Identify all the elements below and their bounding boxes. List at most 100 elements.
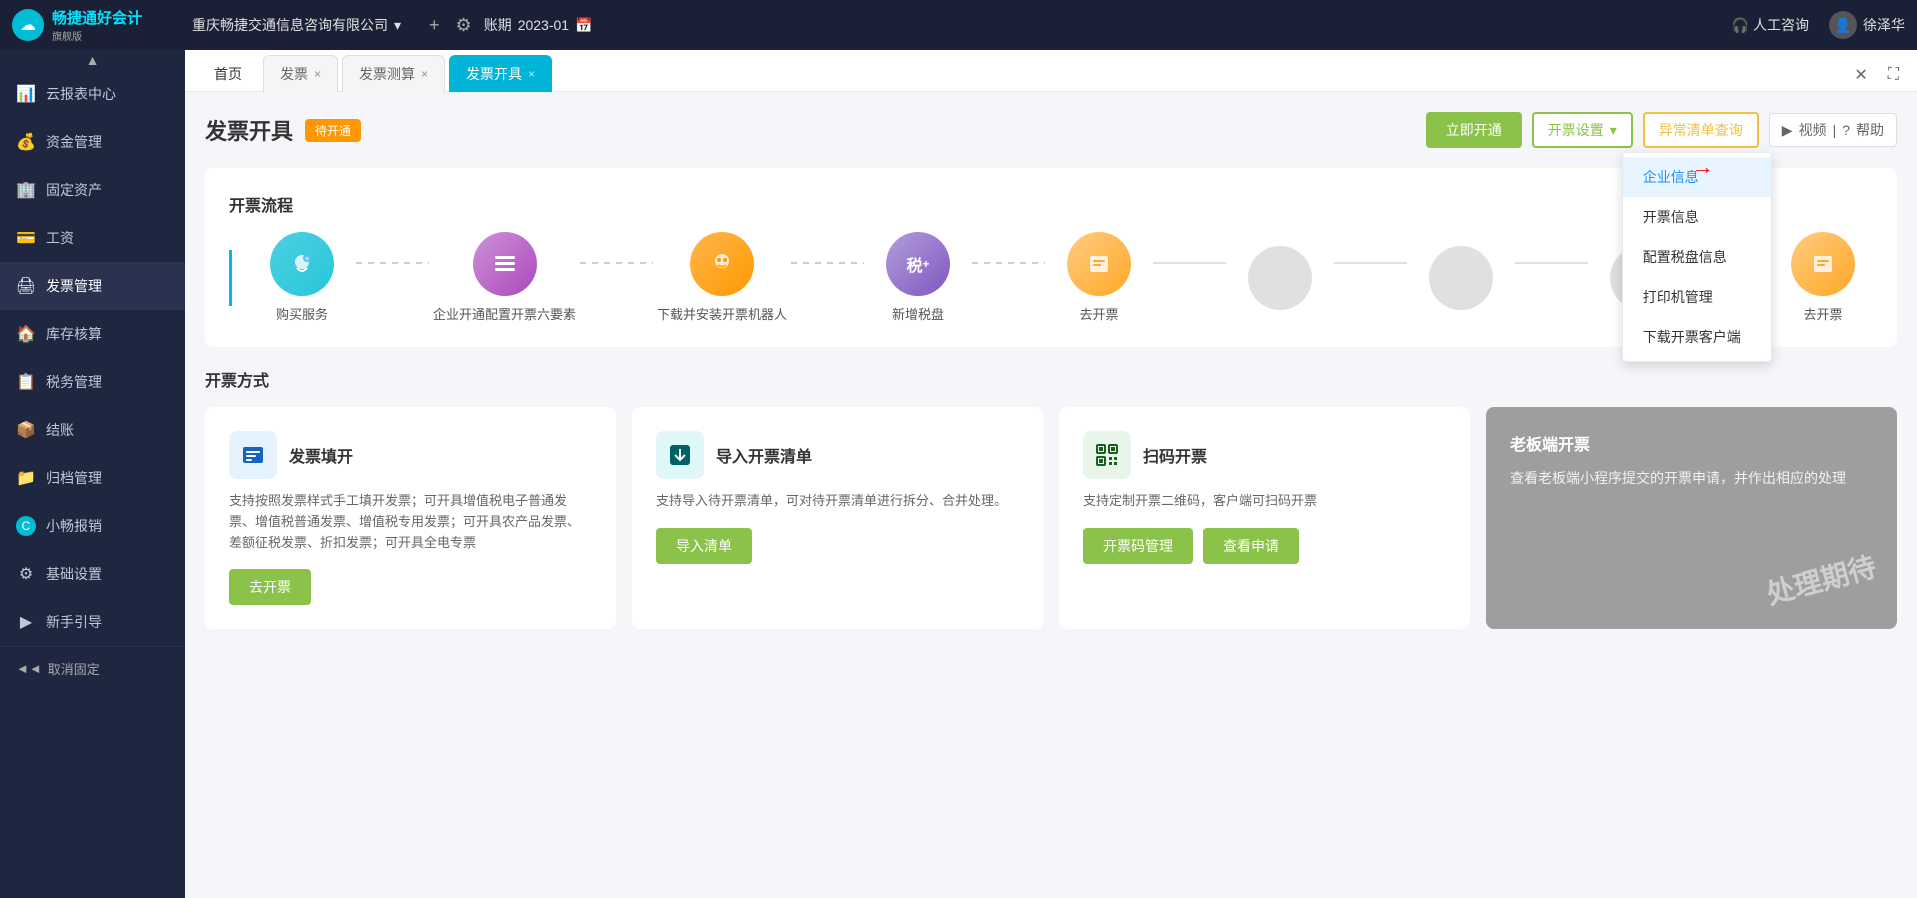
page-title: 发票开具 xyxy=(205,114,293,146)
period-info: 账期 2023-01 📅 xyxy=(484,15,593,35)
tab-invoice-calc-close[interactable]: × xyxy=(421,67,428,81)
add-button[interactable]: + xyxy=(429,15,440,36)
fill-invoice-button[interactable]: 去开票 xyxy=(229,569,311,605)
dropdown-item-printer-mgmt[interactable]: 打印机管理 xyxy=(1623,277,1771,317)
config-company-icon xyxy=(473,232,537,296)
sidebar-item-inventory[interactable]: 🏠 库存核算 xyxy=(0,310,185,358)
config-company-label: 企业开通配置开票六要素 xyxy=(433,304,576,323)
tab-invoice-open[interactable]: 发票开具 × xyxy=(449,55,552,92)
connector-6 xyxy=(1334,262,1407,264)
process-step-placeholder xyxy=(1230,246,1330,310)
fill-invoice-icon xyxy=(229,431,277,479)
connector-7 xyxy=(1515,262,1588,264)
page-header: 发票开具 待开通 立即开通 开票设置 ▾ 企业信息 xyxy=(205,112,1897,148)
sidebar-scroll-up[interactable]: ▲ xyxy=(0,50,185,70)
sidebar-item-invoice-mgmt[interactable]: 🖨 发票管理 xyxy=(0,262,185,310)
content-area: 首页 发票 × 发票测算 × 发票开具 × ✕ ⛶ 发票开具 xyxy=(185,50,1917,898)
sidebar-item-fixed-assets[interactable]: 🏢 固定资产 xyxy=(0,166,185,214)
sidebar-label-xiaochang: 小畅报销 xyxy=(46,516,102,536)
import-list-icon xyxy=(656,431,704,479)
sidebar-label-tax-mgmt: 税务管理 xyxy=(46,372,102,392)
svg-text:+: + xyxy=(305,254,310,263)
user-info[interactable]: 👤 徐泽华 xyxy=(1829,11,1905,39)
help-icon: ? xyxy=(1842,122,1850,138)
sidebar-item-archive[interactable]: 📁 归档管理 xyxy=(0,454,185,502)
sidebar-item-basic-settings[interactable]: ⚙ 基础设置 xyxy=(0,550,185,598)
fill-invoice-desc: 支持按照发票样式手工填开发票；可开具增值税电子普通发票、增值税普通发票、增值税专… xyxy=(229,491,592,553)
sidebar-item-tax-mgmt[interactable]: 📋 税务管理 xyxy=(0,358,185,406)
tab-invoice-label: 发票 xyxy=(280,64,308,84)
tab-invoice-open-close[interactable]: × xyxy=(528,67,535,81)
import-list-button[interactable]: 导入清单 xyxy=(656,528,752,564)
top-bar: ☁ 畅捷通好会计 旗舰版 重庆畅捷交通信息咨询有限公司 ▾ + ⚙ 账期 202… xyxy=(0,0,1917,50)
sidebar-item-payroll[interactable]: 💳 工资 xyxy=(0,214,185,262)
logo-icon: ☁ xyxy=(12,9,44,41)
sidebar-label-basic-settings: 基础设置 xyxy=(46,564,102,584)
company-selector[interactable]: 重庆畅捷交通信息咨询有限公司 ▾ xyxy=(184,11,409,39)
activate-button[interactable]: 立即开通 xyxy=(1426,112,1522,148)
dropdown-item-company-info[interactable]: 企业信息 xyxy=(1623,157,1771,197)
tab-invoice-close[interactable]: × xyxy=(314,67,321,81)
sidebar-cancel-fixed[interactable]: ◄◄ 取消固定 xyxy=(0,646,185,690)
video-play-icon: ▶ xyxy=(1782,122,1793,139)
dropdown-item-download-client[interactable]: 下载开票客户端 xyxy=(1623,317,1771,357)
buy-service-label: 购买服务 xyxy=(276,304,328,323)
sidebar-item-xiaochang[interactable]: C 小畅报销 xyxy=(0,502,185,550)
scan-invoice-header: 扫码开票 xyxy=(1083,431,1446,479)
abnormal-query-button[interactable]: 异常清单查询 xyxy=(1643,112,1759,148)
new-guide-icon: ▶ xyxy=(16,612,36,632)
invoice-methods-grid: 发票填开 支持按照发票样式手工填开发票；可开具增值税电子普通发票、增值税普通发票… xyxy=(205,407,1897,629)
invoice-methods-section: 开票方式 发票填开 支持按照发票样式手工填开发票；可开具增值税电子普通发票、增值… xyxy=(205,367,1897,629)
sidebar-item-cloud-report[interactable]: 📊 云报表中心 xyxy=(0,70,185,118)
dropdown-item-tax-config[interactable]: 配置税盘信息 xyxy=(1623,237,1771,277)
process-divider xyxy=(229,250,232,306)
tab-expand-button[interactable]: ⛶ xyxy=(1882,64,1905,86)
logo-sub: 旗舰版 xyxy=(52,28,142,43)
dropdown-printer-mgmt-label: 打印机管理 xyxy=(1643,289,1713,305)
method-card-import-list: 导入开票清单 支持导入待开票清单，可对待开票清单进行拆分、合并处理。 导入清单 xyxy=(632,407,1043,629)
sidebar-label-cloud-report: 云报表中心 xyxy=(46,84,116,104)
sidebar-label-fixed-assets: 固定资产 xyxy=(46,180,102,200)
sidebar-item-accounting[interactable]: 📦 结账 xyxy=(0,406,185,454)
go-invoice-label: 去开票 xyxy=(1080,304,1119,323)
video-help-button[interactable]: ▶ 视频 | ? 帮助 xyxy=(1769,113,1897,147)
buy-service-icon: + xyxy=(270,232,334,296)
method-card-boss-invoice: 老板端开票 查看老板端小程序提交的开票申请，并作出相应的处理 处理期待 xyxy=(1486,407,1897,629)
company-dropdown-icon: ▾ xyxy=(394,17,401,34)
connector-2 xyxy=(580,262,653,264)
tab-invoice-open-label: 发票开具 xyxy=(466,64,522,84)
import-list-title: 导入开票清单 xyxy=(716,443,812,467)
cancel-fixed-icon: ◄◄ xyxy=(16,661,42,676)
settings-dropdown-container: 开票设置 ▾ 企业信息 开票信息 配置税盘信息 xyxy=(1532,112,1633,148)
sidebar-label-new-guide: 新手引导 xyxy=(46,612,102,632)
sidebar-item-fund-mgmt[interactable]: 💰 资金管理 xyxy=(0,118,185,166)
logo-text-area: 畅捷通好会计 旗舰版 xyxy=(52,7,142,43)
invoice-methods-title: 开票方式 xyxy=(205,367,1897,391)
download-robot-icon xyxy=(690,232,754,296)
tab-close-all-button[interactable]: ✕ xyxy=(1848,63,1873,87)
connector-5 xyxy=(1153,262,1226,264)
scan-invoice-apply-button[interactable]: 查看申请 xyxy=(1203,528,1299,564)
boss-invoice-header: 老板端开票 xyxy=(1510,431,1873,455)
dropdown-company-info-label: 企业信息 xyxy=(1643,169,1699,185)
main-layout: ▲ 📊 云报表中心 💰 资金管理 🏢 固定资产 💳 工资 🖨 发票管理 🏠 库存… xyxy=(0,50,1917,898)
placeholder2-icon xyxy=(1429,246,1493,310)
boss-invoice-title: 老板端开票 xyxy=(1510,431,1590,455)
tab-home[interactable]: 首页 xyxy=(197,55,259,92)
tab-invoice[interactable]: 发票 × xyxy=(263,55,338,92)
placeholder4-label: 去开票 xyxy=(1804,304,1843,323)
settings-button[interactable]: 开票设置 ▾ xyxy=(1532,112,1633,148)
settings-button[interactable]: ⚙ xyxy=(456,15,472,36)
boss-invoice-desc: 查看老板端小程序提交的开票申请，并作出相应的处理 xyxy=(1510,467,1873,489)
dropdown-tax-config-label: 配置税盘信息 xyxy=(1643,249,1727,265)
calendar-icon[interactable]: 📅 xyxy=(575,17,592,34)
process-step-add-tax-disk: 税+ 新增税盘 xyxy=(868,232,968,323)
scan-invoice-mgmt-button[interactable]: 开票码管理 xyxy=(1083,528,1193,564)
dropdown-invoice-info-label: 开票信息 xyxy=(1643,209,1699,225)
tab-invoice-calc[interactable]: 发票测算 × xyxy=(342,55,445,92)
boss-invoice-overlay: 处理期待 xyxy=(1762,546,1881,614)
dropdown-item-invoice-info[interactable]: 开票信息 xyxy=(1623,197,1771,237)
sidebar-item-new-guide[interactable]: ▶ 新手引导 xyxy=(0,598,185,646)
connector-4 xyxy=(972,262,1045,264)
service-button[interactable]: 🎧 人工咨询 xyxy=(1732,15,1809,35)
